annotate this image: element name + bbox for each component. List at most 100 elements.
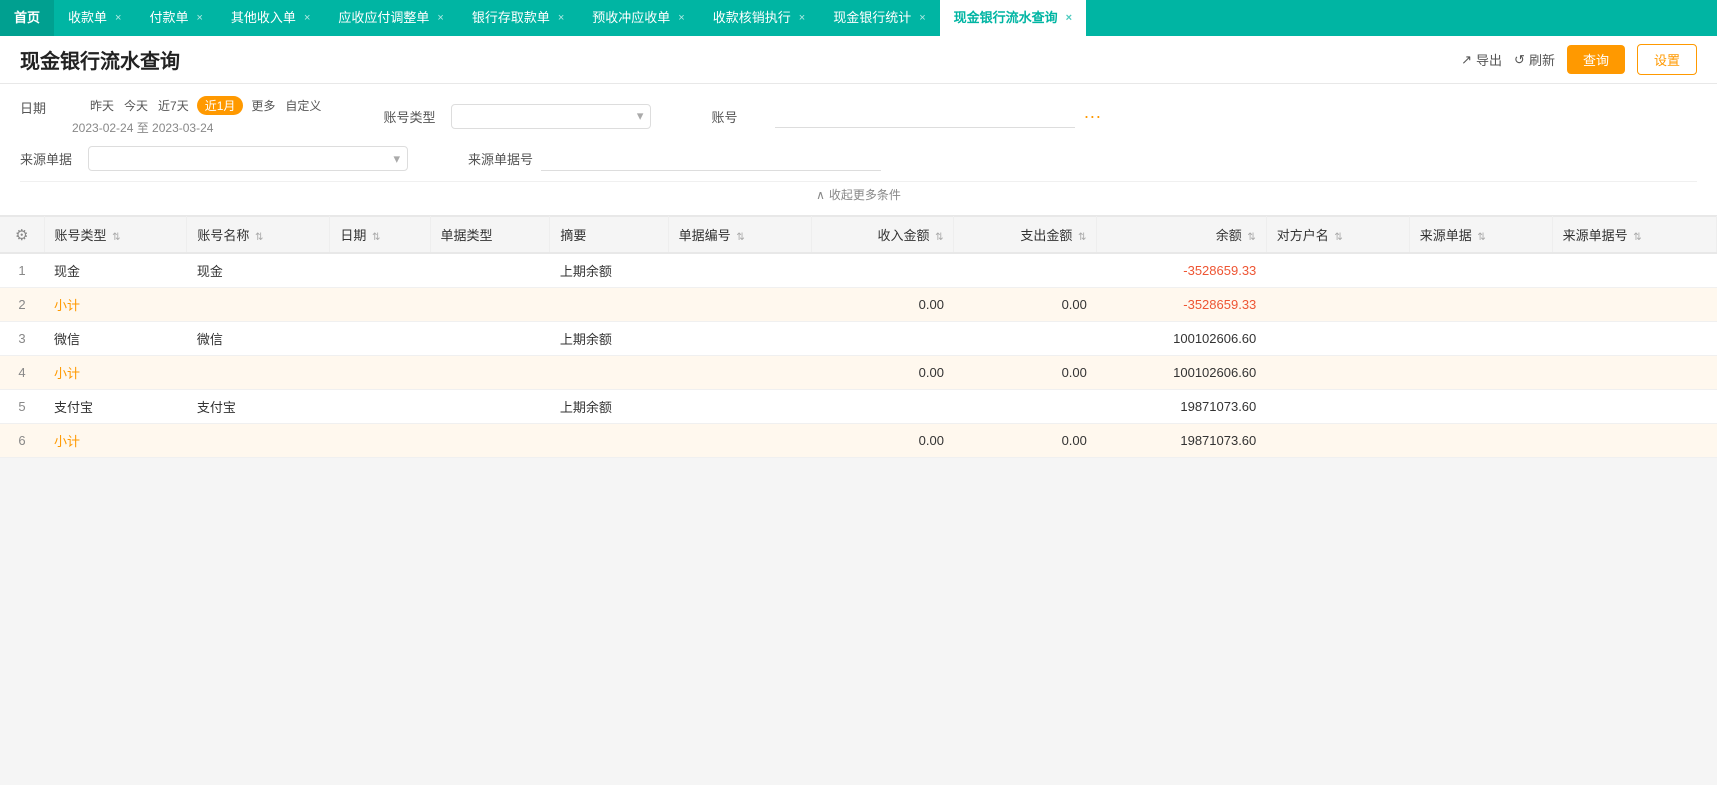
gear-icon[interactable]: ⚙ — [15, 227, 28, 244]
close-icon[interactable]: × — [1066, 0, 1072, 36]
cell-expense — [954, 390, 1097, 424]
cell-row-num: 6 — [0, 424, 44, 458]
col-header-expense: 支出金额 ⇅ — [954, 217, 1097, 254]
close-icon[interactable]: × — [919, 0, 925, 36]
nav-home[interactable]: 首页 — [0, 0, 54, 36]
cell-counterparty — [1266, 356, 1409, 390]
close-icon[interactable]: × — [558, 0, 564, 36]
export-button[interactable]: ↗ 导出 — [1461, 50, 1502, 69]
cell-expense — [954, 253, 1097, 288]
nav-tab-fukuandan[interactable]: 付款单 × — [135, 0, 216, 36]
sort-icon[interactable]: ⇅ — [372, 232, 380, 243]
export-icon: ↗ — [1461, 52, 1472, 68]
table-row[interactable]: 6小计0.000.0019871073.60 — [0, 424, 1717, 458]
cell-counterparty — [1266, 390, 1409, 424]
cell-balance: -3528659.33 — [1097, 288, 1266, 322]
cell-counterparty — [1266, 424, 1409, 458]
query-button[interactable]: 查询 — [1567, 45, 1625, 74]
account-dots-button[interactable]: ··· — [1083, 106, 1101, 127]
cell-expense: 0.00 — [954, 288, 1097, 322]
cell-doc-no — [668, 424, 811, 458]
page-header: 现金银行流水查询 ↗ 导出 ↺ 刷新 查询 设置 — [0, 36, 1717, 84]
cell-account-type: 微信 — [44, 322, 187, 356]
table-container: ⚙ 账号类型 ⇅ 账号名称 ⇅ 日期 ⇅ 单据类型 摘要 — [0, 216, 1717, 458]
cell-doc-type — [430, 322, 550, 356]
cell-account-name — [187, 288, 330, 322]
cell-balance: 19871073.60 — [1097, 424, 1266, 458]
sort-icon[interactable]: ⇅ — [1247, 232, 1255, 243]
date-btn-custom[interactable]: 自定义 — [283, 96, 323, 115]
table-row[interactable]: 3微信微信上期余额100102606.60 — [0, 322, 1717, 356]
col-header-source-doc-no: 来源单据号 ⇅ — [1552, 217, 1716, 254]
col-header-doc-type: 单据类型 — [430, 217, 550, 254]
cell-account-type: 小计 — [44, 424, 187, 458]
nav-tab-yinhangcunqu[interactable]: 银行存取款单 × — [458, 0, 578, 36]
cell-income — [811, 390, 954, 424]
source-doc-num-filter: 来源单据号 — [468, 147, 881, 171]
cell-summary — [550, 288, 668, 322]
cell-account-name — [187, 356, 330, 390]
close-icon[interactable]: × — [799, 0, 805, 36]
nav-tab-yushouchong[interactable]: 预收冲应收单 × — [578, 0, 698, 36]
close-icon[interactable]: × — [115, 0, 121, 36]
date-btn-today[interactable]: 今天 — [122, 96, 150, 115]
sort-icon[interactable]: ⇅ — [1334, 232, 1342, 243]
nav-tab-xianjinyinhang-tongji[interactable]: 现金银行统计 × — [819, 0, 939, 36]
nav-tab-shoukuanhexiao[interactable]: 收款核销执行 × — [699, 0, 819, 36]
source-doc-select[interactable] — [88, 146, 408, 171]
sort-icon[interactable]: ⇅ — [935, 232, 943, 243]
page-title: 现金银行流水查询 — [20, 45, 180, 74]
cell-income: 0.00 — [811, 288, 954, 322]
cell-date — [330, 390, 430, 424]
sort-icon[interactable]: ⇅ — [1078, 232, 1086, 243]
table-row[interactable]: 5支付宝支付宝上期余额19871073.60 — [0, 390, 1717, 424]
date-btn-yesterday[interactable]: 昨天 — [88, 96, 116, 115]
sort-icon[interactable]: ⇅ — [736, 232, 744, 243]
close-icon[interactable]: × — [196, 0, 202, 36]
sort-icon[interactable]: ⇅ — [1633, 232, 1641, 243]
chevron-up-icon: ∧ — [816, 188, 825, 202]
sort-icon[interactable]: ⇅ — [112, 232, 120, 243]
settings-button[interactable]: 设置 — [1637, 44, 1697, 75]
nav-tab-yingshouyingfu[interactable]: 应收应付调整单 × — [324, 0, 457, 36]
cell-balance: 100102606.60 — [1097, 356, 1266, 390]
close-icon[interactable]: × — [437, 0, 443, 36]
table-row[interactable]: 4小计0.000.00100102606.60 — [0, 356, 1717, 390]
cell-doc-no — [668, 390, 811, 424]
cell-balance: -3528659.33 — [1097, 253, 1266, 288]
source-doc-select-wrapper — [88, 146, 408, 171]
sort-icon[interactable]: ⇅ — [1477, 232, 1485, 243]
cell-expense: 0.00 — [954, 424, 1097, 458]
cell-counterparty — [1266, 288, 1409, 322]
account-input[interactable] — [775, 104, 1075, 128]
cell-account-name: 现金 — [187, 253, 330, 288]
cell-date — [330, 288, 430, 322]
col-header-gear: ⚙ — [0, 217, 44, 254]
close-icon[interactable]: × — [678, 0, 684, 36]
account-type-select-wrapper: 现金 微信 支付宝 — [451, 104, 651, 129]
cell-expense: 0.00 — [954, 356, 1097, 390]
cell-row-num: 5 — [0, 390, 44, 424]
account-type-select[interactable]: 现金 微信 支付宝 — [451, 104, 651, 129]
cell-balance: 100102606.60 — [1097, 322, 1266, 356]
date-quick-btns: 昨天 今天 近7天 近1月 更多 自定义 — [88, 96, 323, 115]
nav-tab-shoukuandan[interactable]: 收款单 × — [54, 0, 135, 36]
date-btn-7days[interactable]: 近7天 — [156, 96, 191, 115]
nav-tab-qitashouru[interactable]: 其他收入单 × — [217, 0, 324, 36]
date-btn-more[interactable]: 更多 — [249, 96, 277, 115]
table-row[interactable]: 1现金现金上期余额-3528659.33 — [0, 253, 1717, 288]
collapse-bar[interactable]: ∧ 收起更多条件 — [20, 181, 1697, 205]
cell-source-doc-no — [1552, 424, 1716, 458]
date-btn-1month[interactable]: 近1月 — [197, 96, 244, 115]
refresh-button[interactable]: ↺ 刷新 — [1514, 50, 1555, 69]
close-icon[interactable]: × — [304, 0, 310, 36]
source-doc-num-input[interactable] — [541, 147, 881, 171]
source-doc-num-label: 来源单据号 — [468, 149, 533, 168]
sort-icon[interactable]: ⇅ — [255, 232, 263, 243]
filter-row-1: 日期 昨天 今天 近7天 近1月 更多 自定义 2023-02-24 至 202… — [20, 96, 1697, 136]
cell-row-num: 2 — [0, 288, 44, 322]
col-header-summary: 摘要 — [550, 217, 668, 254]
cell-source-doc-no — [1552, 288, 1716, 322]
nav-tab-liushui-active[interactable]: 现金银行流水查询 × — [940, 0, 1086, 36]
table-row[interactable]: 2小计0.000.00-3528659.33 — [0, 288, 1717, 322]
